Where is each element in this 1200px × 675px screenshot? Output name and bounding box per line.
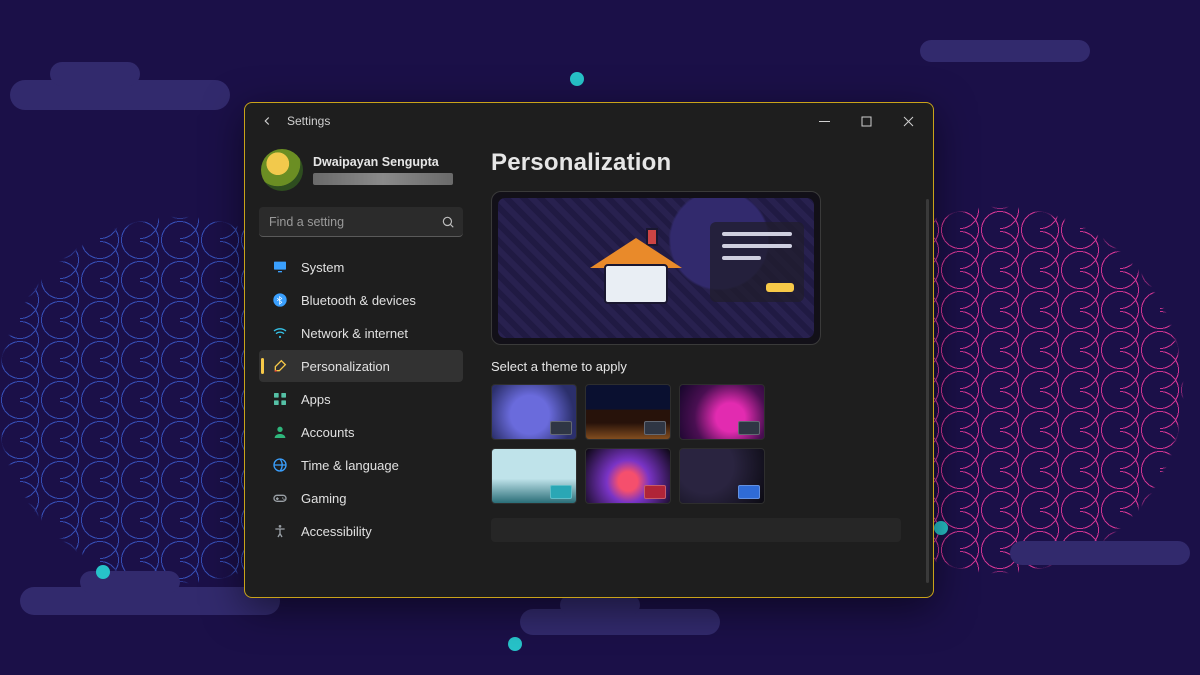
theme-tile[interactable] — [679, 384, 765, 440]
theme-accent-chip — [644, 421, 666, 435]
themes-grid — [491, 384, 915, 504]
clock-globe-icon — [271, 456, 289, 474]
desktop-wallpaper: Settings Dwaipayan Sengupta — [0, 0, 1200, 675]
wallpaper-cloud — [920, 40, 1090, 62]
main-content: Personalization Select a theme — [473, 139, 933, 597]
theme-accent-chip — [550, 485, 572, 499]
theme-tile[interactable] — [585, 384, 671, 440]
theme-accent-chip — [550, 421, 572, 435]
theme-accent-chip — [738, 421, 760, 435]
preview-ui-card — [710, 222, 804, 302]
desktop-preview[interactable] — [491, 191, 821, 345]
gamepad-icon — [271, 489, 289, 507]
themes-section-label: Select a theme to apply — [491, 359, 915, 374]
theme-tile[interactable] — [679, 448, 765, 504]
sidebar-item-accessibility[interactable]: Accessibility — [259, 515, 463, 547]
avatar — [261, 149, 303, 191]
theme-tile[interactable] — [491, 384, 577, 440]
maximize-icon — [861, 116, 872, 127]
search-input[interactable] — [259, 207, 463, 237]
window-title: Settings — [287, 114, 330, 128]
user-email-redacted — [313, 173, 453, 185]
vertical-scrollbar[interactable] — [926, 199, 929, 583]
sidebar-item-label: Accessibility — [301, 524, 372, 539]
wifi-icon — [271, 324, 289, 342]
sidebar-item-time-language[interactable]: Time & language — [259, 449, 463, 481]
sidebar-item-personalization[interactable]: Personalization — [259, 350, 463, 382]
wallpaper-cloud — [1010, 541, 1190, 565]
bluetooth-icon — [271, 291, 289, 309]
page-title: Personalization — [491, 149, 915, 177]
nav-list: System Bluetooth & devices Network & int… — [259, 251, 463, 547]
accessibility-icon — [271, 522, 289, 540]
sidebar-item-label: System — [301, 260, 344, 275]
close-icon — [903, 116, 914, 127]
wallpaper-cloud — [520, 609, 720, 635]
wallpaper-dot — [570, 72, 584, 86]
wallpaper-cloud — [20, 587, 280, 615]
back-button[interactable] — [253, 107, 281, 135]
wallpaper-dot — [934, 521, 948, 535]
settings-row-placeholder[interactable] — [491, 518, 901, 542]
search-field[interactable] — [259, 207, 463, 237]
user-name: Dwaipayan Sengupta — [313, 155, 453, 169]
sidebar-item-network[interactable]: Network & internet — [259, 317, 463, 349]
monitor-icon — [271, 258, 289, 276]
sidebar: Dwaipayan Sengupta System — [245, 139, 473, 597]
sidebar-item-label: Accounts — [301, 425, 354, 440]
titlebar[interactable]: Settings — [245, 103, 933, 139]
wallpaper-dot — [96, 565, 110, 579]
minimize-button[interactable] — [803, 107, 845, 135]
minimize-icon — [819, 116, 830, 127]
theme-tile[interactable] — [491, 448, 577, 504]
theme-tile[interactable] — [585, 448, 671, 504]
settings-window: Settings Dwaipayan Sengupta — [244, 102, 934, 598]
wallpaper-dot — [508, 637, 522, 651]
close-button[interactable] — [887, 107, 929, 135]
sidebar-item-accounts[interactable]: Accounts — [259, 416, 463, 448]
sidebar-item-gaming[interactable]: Gaming — [259, 482, 463, 514]
theme-accent-chip — [644, 485, 666, 499]
sidebar-item-bluetooth[interactable]: Bluetooth & devices — [259, 284, 463, 316]
sidebar-item-apps[interactable]: Apps — [259, 383, 463, 415]
sidebar-item-system[interactable]: System — [259, 251, 463, 283]
apps-grid-icon — [271, 390, 289, 408]
sidebar-item-label: Time & language — [301, 458, 399, 473]
paintbrush-icon — [271, 357, 289, 375]
preview-art-icon — [590, 238, 682, 308]
wallpaper-cloud — [10, 80, 230, 110]
maximize-button[interactable] — [845, 107, 887, 135]
sidebar-item-label: Bluetooth & devices — [301, 293, 416, 308]
sidebar-item-label: Gaming — [301, 491, 347, 506]
person-icon — [271, 423, 289, 441]
arrow-left-icon — [260, 114, 274, 128]
sidebar-item-label: Apps — [301, 392, 331, 407]
sidebar-item-label: Network & internet — [301, 326, 408, 341]
sidebar-item-label: Personalization — [301, 359, 390, 374]
profile-block[interactable]: Dwaipayan Sengupta — [259, 143, 463, 193]
theme-accent-chip — [738, 485, 760, 499]
